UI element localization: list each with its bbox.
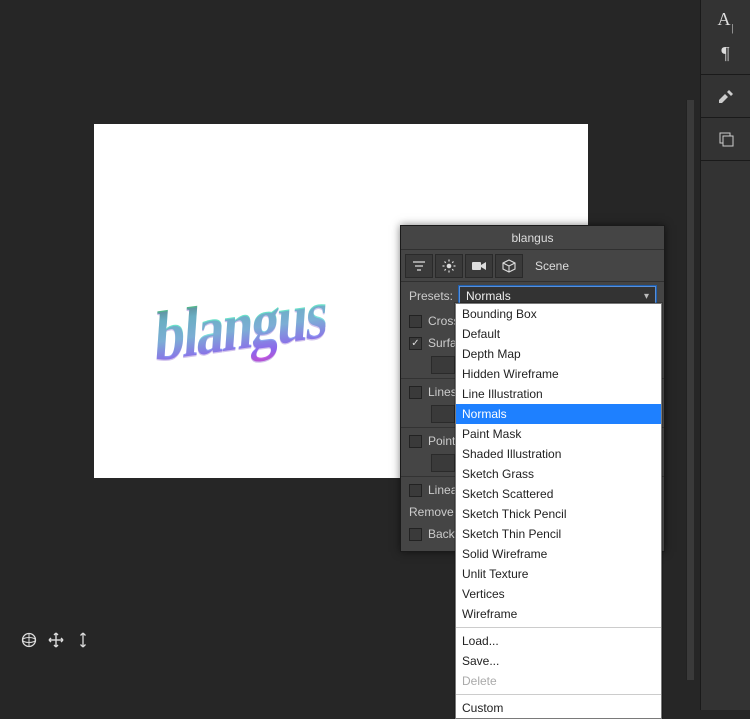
presets-label: Presets: [409,289,453,303]
pan-icon[interactable] [46,630,66,650]
orbit-icon[interactable] [19,630,39,650]
save-preset[interactable]: Save... [456,651,661,671]
preset-option[interactable]: Vertices [456,584,661,604]
preset-option[interactable]: Solid Wireframe [456,544,661,564]
chevron-down-icon: ▾ [644,291,649,302]
tab-scene[interactable]: Scene [525,254,579,278]
presets-select-value: Normals [466,289,511,303]
light-icon[interactable] [435,254,463,278]
character-icon[interactable]: A| [708,4,744,34]
lines-label: Lines [428,385,457,399]
lines-style-field[interactable] [431,405,455,423]
layers-icon[interactable] [708,124,744,154]
panel-title: blangus [401,226,664,250]
preset-option[interactable]: Line Illustration [456,384,661,404]
preset-option[interactable]: Hidden Wireframe [456,364,661,384]
preset-option[interactable]: Sketch Grass [456,464,661,484]
preset-option[interactable]: Default [456,324,661,344]
paragraph-icon[interactable]: ¶ [708,38,744,68]
points-style-field[interactable] [431,454,455,472]
delete-preset: Delete [456,671,661,691]
preset-option[interactable]: Bounding Box [456,304,661,324]
surface-style-field[interactable] [431,356,455,374]
cross-section-checkbox[interactable] [409,315,422,328]
points-checkbox[interactable] [409,435,422,448]
preset-option[interactable]: Paint Mask [456,424,661,444]
preset-option[interactable]: Sketch Thick Pencil [456,504,661,524]
preset-option[interactable]: Sketch Scattered [456,484,661,504]
dolly-icon[interactable] [73,630,93,650]
transform-tools [19,630,93,650]
workspace: blangus blangus Scene Presets: Normals ▾ [0,0,695,710]
custom-preset[interactable]: Custom [456,698,661,718]
preset-option[interactable]: Wireframe [456,604,661,624]
panel-tabs: Scene [401,250,664,282]
filter-icon[interactable] [405,254,433,278]
linearize-checkbox[interactable] [409,484,422,497]
surface-checkbox[interactable] [409,337,422,350]
mesh-icon[interactable] [495,254,523,278]
preset-option[interactable]: Sketch Thin Pencil [456,524,661,544]
load-preset[interactable]: Load... [456,631,661,651]
presets-dropdown[interactable]: Bounding BoxDefaultDepth MapHidden Wiref… [455,303,662,719]
preset-option[interactable]: Shaded Illustration [456,444,661,464]
lines-checkbox[interactable] [409,386,422,399]
camera-icon[interactable] [465,254,493,278]
tools-icon[interactable] [708,81,744,111]
artwork-text: blangus [152,273,329,379]
backface-checkbox[interactable] [409,528,422,541]
right-toolbar: A| ¶ [700,0,750,710]
preset-option[interactable]: Unlit Texture [456,564,661,584]
preset-option[interactable]: Depth Map [456,344,661,364]
scrollbar[interactable] [686,100,694,680]
preset-option[interactable]: Normals [456,404,661,424]
